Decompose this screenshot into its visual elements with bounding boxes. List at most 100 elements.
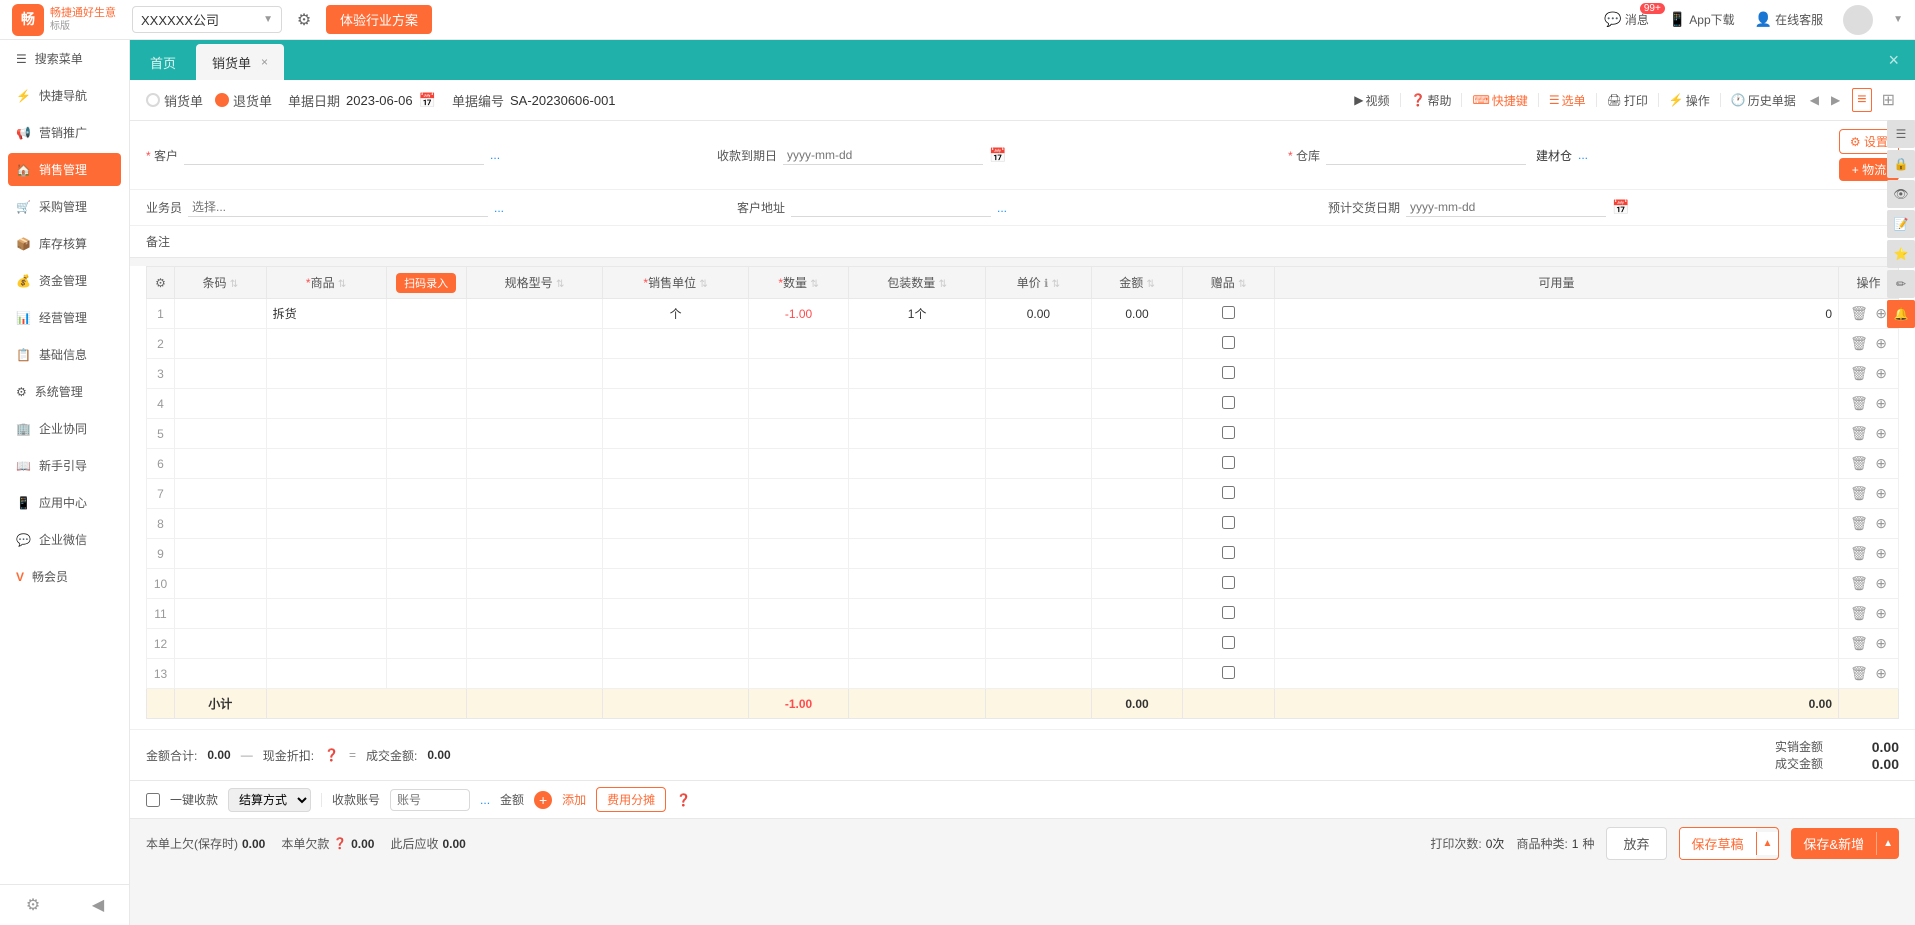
expected-date-calendar-icon[interactable]: 📅	[1612, 199, 1629, 216]
cell-action-2[interactable]: 🗑 ⊕	[1839, 329, 1899, 359]
cell-quantity-13[interactable]	[748, 659, 848, 689]
cell-amount-7[interactable]	[1091, 479, 1183, 509]
cell-action-3[interactable]: 🗑 ⊕	[1839, 359, 1899, 389]
customer-addr-ellipsis[interactable]: ...	[997, 201, 1007, 215]
cell-product-7[interactable]	[266, 479, 386, 509]
app-download-btn[interactable]: 📱 App下载	[1669, 11, 1735, 28]
cell-quantity-5[interactable]	[748, 419, 848, 449]
copy-icon-8[interactable]: ⊕	[1875, 515, 1887, 531]
cell-gift-8[interactable]	[1183, 509, 1275, 539]
cell-price-2[interactable]	[985, 329, 1091, 359]
cell-action-10[interactable]: 🗑 ⊕	[1839, 569, 1899, 599]
sidebar-item-inventory[interactable]: 📦 库存核算	[0, 225, 129, 262]
tab-sales-order[interactable]: 销货单 ×	[196, 44, 284, 80]
cell-pack-qty-13[interactable]	[849, 659, 986, 689]
cell-barcode-12[interactable]	[175, 629, 267, 659]
cell-pack-qty-4[interactable]	[849, 389, 986, 419]
customer-input[interactable]	[184, 146, 484, 165]
select-btn[interactable]: ☰ 选单	[1543, 90, 1592, 111]
cell-amount-2[interactable]	[1091, 329, 1183, 359]
cell-barcode-8[interactable]	[175, 509, 267, 539]
cell-product-12[interactable]	[266, 629, 386, 659]
cell-barcode-11[interactable]	[175, 599, 267, 629]
cell-barcode-2[interactable]	[175, 329, 267, 359]
cell-unit-9[interactable]	[603, 539, 749, 569]
cell-spec-13[interactable]	[466, 659, 603, 689]
online-service-btn[interactable]: 👤 在线客服	[1755, 11, 1823, 28]
account-input[interactable]	[390, 789, 470, 811]
delete-icon-7[interactable]: 🗑	[1850, 485, 1868, 501]
add-payment-btn[interactable]: +	[534, 791, 552, 809]
expected-date-input[interactable]	[1406, 198, 1606, 217]
sidebar-item-marketing[interactable]: 📢 营销推广	[0, 114, 129, 151]
cell-gift-3[interactable]	[1183, 359, 1275, 389]
cell-gift-6[interactable]	[1183, 449, 1275, 479]
close-window-btn[interactable]: ×	[1888, 50, 1915, 71]
save-draft-arrow[interactable]: ▲	[1756, 832, 1779, 855]
cell-unit-7[interactable]	[603, 479, 749, 509]
one-click-payment-checkbox[interactable]	[146, 793, 160, 807]
right-panel-btn-5[interactable]: ⭐	[1887, 240, 1915, 268]
help-circle-icon[interactable]: ❓	[324, 748, 339, 762]
cell-quantity-4[interactable]	[748, 389, 848, 419]
right-panel-btn-3[interactable]: 👁	[1887, 180, 1915, 208]
delete-icon-12[interactable]: 🗑	[1850, 635, 1868, 651]
cell-spec-3[interactable]	[466, 359, 603, 389]
cell-price-4[interactable]	[985, 389, 1091, 419]
cell-barcode-7[interactable]	[175, 479, 267, 509]
sidebar-item-purchase[interactable]: 🛒 采购管理	[0, 188, 129, 225]
right-panel-btn-4[interactable]: 📝	[1887, 210, 1915, 238]
calc-method-select[interactable]: 结算方式	[228, 788, 311, 812]
cell-barcode-5[interactable]	[175, 419, 267, 449]
col-scan-btn[interactable]: 扫码录入	[386, 267, 466, 299]
cell-product-10[interactable]	[266, 569, 386, 599]
delete-icon-8[interactable]: 🗑	[1850, 515, 1868, 531]
help-btn[interactable]: ❓ 帮助	[1405, 90, 1458, 111]
cell-amount-12[interactable]	[1091, 629, 1183, 659]
sidebar-collapse-icon[interactable]: ◀	[92, 895, 104, 915]
col-settings[interactable]: ⚙	[147, 267, 175, 299]
copy-icon-13[interactable]: ⊕	[1875, 665, 1887, 681]
help-icon2[interactable]: ❓	[333, 837, 347, 850]
cell-pack-qty-7[interactable]	[849, 479, 986, 509]
cell-gift-4[interactable]	[1183, 389, 1275, 419]
cell-spec-7[interactable]	[466, 479, 603, 509]
cell-product-1[interactable]: 拆货	[266, 299, 386, 329]
save-draft-btn[interactable]: 保存草稿	[1680, 828, 1756, 859]
cell-spec-8[interactable]	[466, 509, 603, 539]
cell-price-12[interactable]	[985, 629, 1091, 659]
cell-action-9[interactable]: 🗑 ⊕	[1839, 539, 1899, 569]
cell-unit-2[interactable]	[603, 329, 749, 359]
cell-amount-1[interactable]: 0.00	[1091, 299, 1183, 329]
warehouse-input[interactable]	[1326, 146, 1526, 165]
right-panel-btn-2[interactable]: 🔒	[1887, 150, 1915, 178]
cell-product-4[interactable]	[266, 389, 386, 419]
sidebar-item-finance[interactable]: 💰 资金管理	[0, 262, 129, 299]
cell-pack-qty-1[interactable]: 1个	[849, 299, 986, 329]
cell-spec-10[interactable]	[466, 569, 603, 599]
cell-amount-8[interactable]	[1091, 509, 1183, 539]
cell-spec-2[interactable]	[466, 329, 603, 359]
cell-amount-5[interactable]	[1091, 419, 1183, 449]
copy-icon-4[interactable]: ⊕	[1875, 395, 1887, 411]
cell-product-8[interactable]	[266, 509, 386, 539]
due-date-input[interactable]	[783, 146, 983, 165]
cell-product-13[interactable]	[266, 659, 386, 689]
sidebar-item-vip[interactable]: V 畅会员	[0, 558, 129, 595]
cell-gift-10[interactable]	[1183, 569, 1275, 599]
cell-gift-11[interactable]	[1183, 599, 1275, 629]
grid-view-btn[interactable]: ⊞	[1878, 88, 1899, 112]
sidebar-item-base-info[interactable]: 📋 基础信息	[0, 336, 129, 373]
due-date-calendar-icon[interactable]: 📅	[989, 147, 1006, 164]
cell-gift-7[interactable]	[1183, 479, 1275, 509]
cell-product-2[interactable]	[266, 329, 386, 359]
sidebar-item-enterprise[interactable]: 🏢 企业协同	[0, 410, 129, 447]
sidebar-item-enterprise-wx[interactable]: 💬 企业微信	[0, 521, 129, 558]
cell-quantity-2[interactable]	[748, 329, 848, 359]
cell-quantity-1[interactable]: -1.00	[748, 299, 848, 329]
copy-icon-6[interactable]: ⊕	[1875, 455, 1887, 471]
cell-spec-6[interactable]	[466, 449, 603, 479]
cell-unit-10[interactable]	[603, 569, 749, 599]
cell-barcode-6[interactable]	[175, 449, 267, 479]
scan-input-btn[interactable]: 扫码录入	[396, 273, 456, 293]
